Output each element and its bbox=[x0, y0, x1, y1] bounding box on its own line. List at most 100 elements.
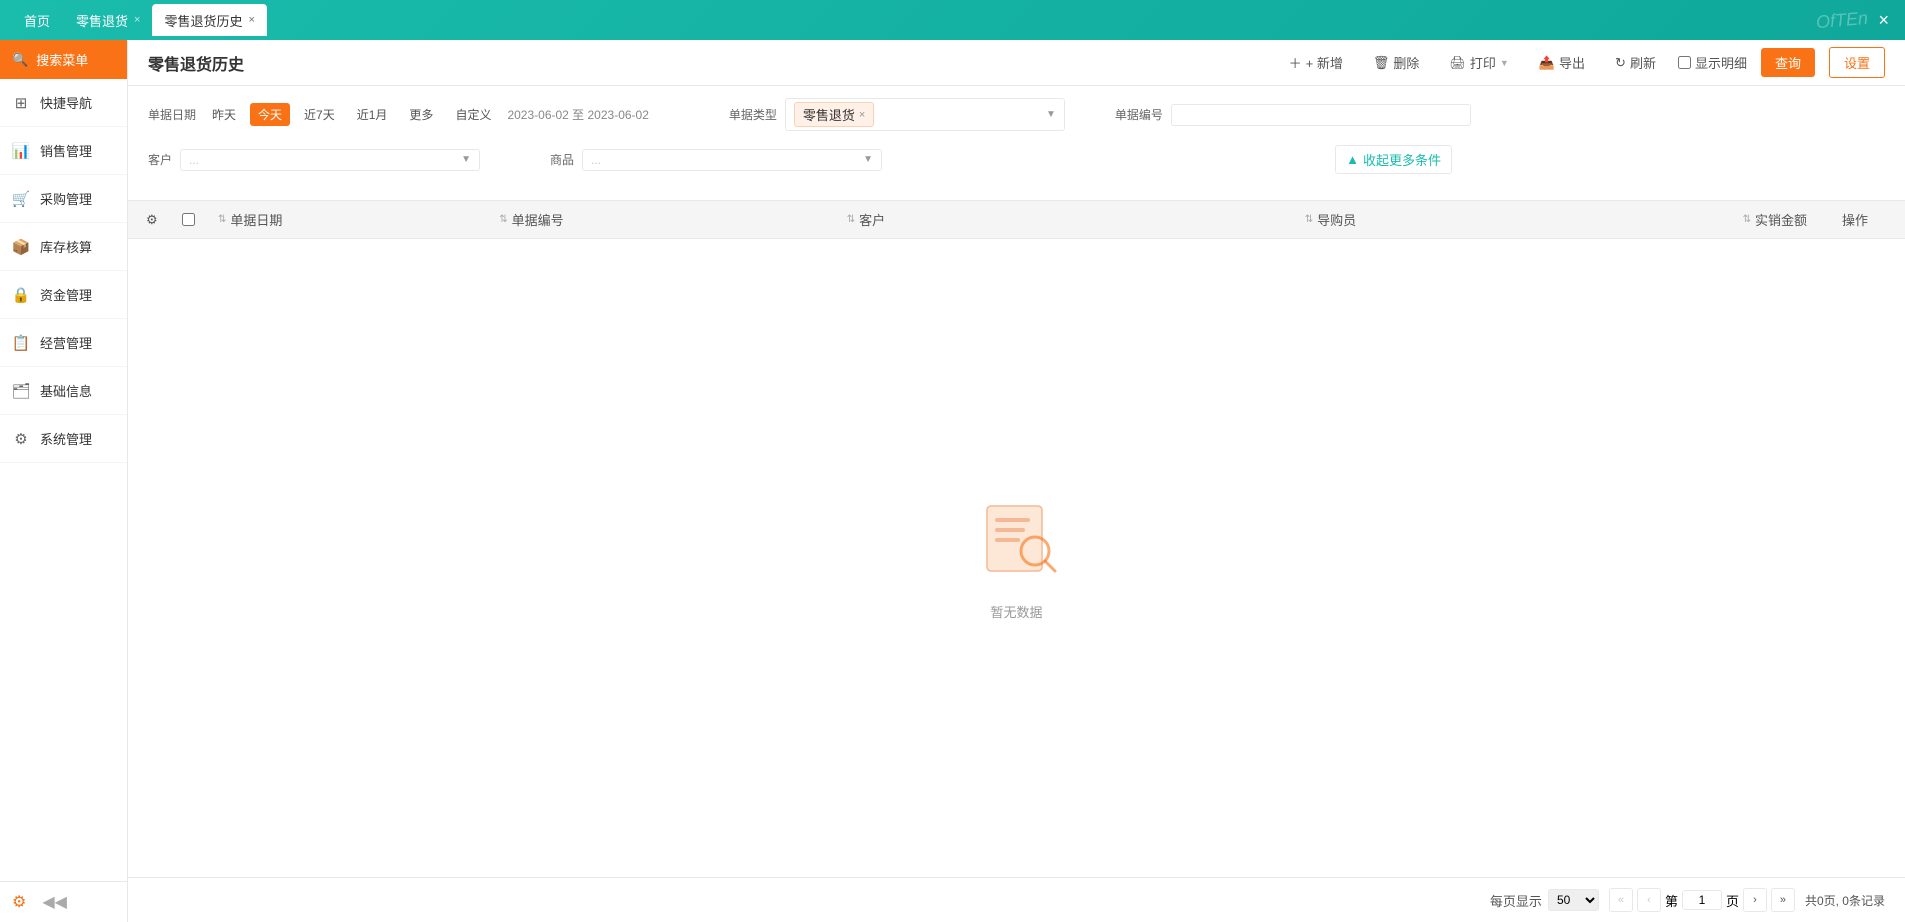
table-settings-icon[interactable]: ⚙ bbox=[146, 212, 158, 228]
page-prefix: 第 bbox=[1665, 891, 1678, 910]
th-checkbox[interactable] bbox=[174, 213, 210, 226]
th-customer[interactable]: ⇅ 客户 bbox=[839, 210, 1297, 229]
th-customer-label: 客户 bbox=[859, 210, 885, 229]
tab-retail-return[interactable]: 零售退货 × bbox=[64, 4, 152, 36]
sidebar-settings-icon[interactable]: ⚙ bbox=[12, 892, 26, 912]
filter-area: 单据日期 昨天 今天 近7天 近1月 更多 自定义 2023-06-02 至 2… bbox=[128, 86, 1905, 201]
th-bill-no[interactable]: ⇅ 单据编号 bbox=[491, 210, 839, 229]
watermark-text: OfTEn bbox=[1816, 7, 1870, 32]
per-page-select[interactable]: 10 20 50 100 bbox=[1548, 889, 1599, 911]
first-page-button[interactable]: « bbox=[1609, 888, 1633, 912]
date-btn-today[interactable]: 今天 bbox=[250, 103, 290, 126]
tab-home[interactable]: 首页 bbox=[10, 4, 64, 36]
new-label: + 新增 bbox=[1306, 53, 1343, 72]
tab-retail-return-history-close[interactable]: × bbox=[248, 14, 254, 26]
sidebar-item-label-purchase-mgmt: 采购管理 bbox=[40, 189, 92, 208]
customer-select[interactable]: ... ▼ bbox=[180, 149, 480, 171]
refresh-label: 刷新 bbox=[1630, 53, 1656, 72]
sidebar-item-label-finance: 资金管理 bbox=[40, 285, 92, 304]
sidebar-item-basic-info[interactable]: 🗂 基础信息 bbox=[0, 367, 127, 415]
prev-page-button[interactable]: ‹ bbox=[1637, 888, 1661, 912]
sidebar-item-business[interactable]: 📋 经营管理 bbox=[0, 319, 127, 367]
window-close-icon[interactable]: × bbox=[1878, 10, 1889, 31]
select-all-checkbox[interactable] bbox=[182, 213, 195, 226]
bill-type-filter: 单据类型 零售退货 × ▼ bbox=[729, 98, 1065, 131]
bill-type-tag-remove[interactable]: × bbox=[859, 109, 865, 121]
export-button[interactable]: 📤 导出 bbox=[1531, 49, 1593, 76]
th-date[interactable]: ⇅ 单据日期 bbox=[210, 210, 491, 229]
bill-type-select[interactable]: 零售退货 × ▼ bbox=[785, 98, 1065, 131]
date-filter-options: 昨天 今天 近7天 近1月 更多 自定义 bbox=[204, 103, 499, 126]
sidebar-item-label-sales-mgmt: 销售管理 bbox=[40, 141, 92, 160]
display-detail-checkbox[interactable] bbox=[1678, 56, 1691, 69]
sidebar-item-sys-mgmt[interactable]: ⚙ 系统管理 bbox=[0, 415, 127, 463]
sidebar-item-label-inventory: 库存核算 bbox=[40, 237, 92, 256]
tab-retail-return-close[interactable]: × bbox=[134, 14, 140, 26]
page-input[interactable] bbox=[1682, 890, 1722, 910]
sort-amount-icon: ⇅ bbox=[1743, 214, 1751, 225]
sidebar-collapse-icon[interactable]: ◀◀ bbox=[42, 892, 67, 912]
last-page-button[interactable]: » bbox=[1771, 888, 1795, 912]
display-detail-label: 显示明细 bbox=[1695, 53, 1747, 72]
search-icon: 🔍 bbox=[12, 52, 28, 68]
date-btn-custom[interactable]: 自定义 bbox=[447, 103, 499, 126]
sidebar-item-inventory[interactable]: 📦 库存核算 bbox=[0, 223, 127, 271]
page-nav: « ‹ 第 页 › » bbox=[1609, 888, 1795, 912]
goods-select[interactable]: ... ▼ bbox=[582, 149, 882, 171]
top-bar-right: OfTEn × bbox=[1816, 10, 1905, 31]
display-detail-checkbox-wrapper[interactable]: 显示明细 bbox=[1678, 53, 1747, 72]
sidebar-item-quick-nav[interactable]: ⊞ 快捷导航 bbox=[0, 79, 127, 127]
quick-nav-icon: ⊞ bbox=[12, 94, 30, 112]
refresh-icon: ↻ bbox=[1615, 55, 1626, 71]
th-settings[interactable]: ⚙ bbox=[138, 212, 174, 228]
goods-dropdown-arrow: ▼ bbox=[863, 154, 873, 165]
th-bill-no-label: 单据编号 bbox=[512, 210, 564, 229]
date-btn-yesterday[interactable]: 昨天 bbox=[204, 103, 244, 126]
bill-no-input[interactable] bbox=[1171, 104, 1471, 126]
business-icon: 📋 bbox=[12, 334, 30, 352]
print-button[interactable]: 🖨 打印 ▼ bbox=[1441, 49, 1516, 76]
basic-info-icon: 🗂 bbox=[12, 382, 30, 400]
page-title: 零售退货历史 bbox=[148, 51, 1281, 75]
next-page-button[interactable]: › bbox=[1743, 888, 1767, 912]
sidebar-item-label-sys-mgmt: 系统管理 bbox=[40, 429, 92, 448]
empty-icon bbox=[967, 496, 1067, 586]
collapse-button[interactable]: ▲ 收起更多条件 bbox=[1335, 145, 1452, 174]
filter-row-1: 单据日期 昨天 今天 近7天 近1月 更多 自定义 2023-06-02 至 2… bbox=[148, 98, 1885, 131]
sys-mgmt-icon: ⚙ bbox=[12, 430, 30, 448]
date-btn-7days[interactable]: 近7天 bbox=[296, 103, 343, 126]
th-action: 操作 bbox=[1815, 210, 1895, 229]
sidebar-item-sales-mgmt[interactable]: 📊 销售管理 bbox=[0, 127, 127, 175]
table-container: ⚙ ⇅ 单据日期 ⇅ 单据编号 ⇅ 客户 ⇅ bbox=[128, 201, 1905, 922]
delete-label: 删除 bbox=[1393, 53, 1419, 72]
bill-no-filter: 单据编号 bbox=[1115, 104, 1471, 126]
empty-text: 暂无数据 bbox=[990, 602, 1042, 621]
th-guide-label: 导购员 bbox=[1317, 210, 1356, 229]
date-btn-1month[interactable]: 近1月 bbox=[349, 103, 396, 126]
customer-label: 客户 bbox=[148, 151, 172, 168]
toolbar: ＋ + 新增 🗑 删除 🖨 打印 ▼ 📤 导出 ↻ bbox=[1281, 47, 1885, 78]
date-btn-more[interactable]: 更多 bbox=[401, 103, 441, 126]
settings-filter-button[interactable]: 设置 bbox=[1829, 47, 1885, 78]
sidebar-search[interactable]: 🔍 搜索菜单 bbox=[0, 40, 127, 79]
th-guide[interactable]: ⇅ 导购员 bbox=[1297, 210, 1578, 229]
th-date-label: 单据日期 bbox=[230, 210, 282, 229]
refresh-button[interactable]: ↻ 刷新 bbox=[1607, 49, 1664, 76]
new-button[interactable]: ＋ + 新增 bbox=[1281, 49, 1351, 76]
sidebar-item-finance[interactable]: 🔒 资金管理 bbox=[0, 271, 127, 319]
sidebar-item-purchase-mgmt[interactable]: 🛒 采购管理 bbox=[0, 175, 127, 223]
goods-placeholder: ... bbox=[591, 153, 601, 167]
date-filter: 单据日期 昨天 今天 近7天 近1月 更多 自定义 2023-06-02 至 2… bbox=[148, 103, 649, 126]
main-layout: 🔍 搜索菜单 ⊞ 快捷导航 📊 销售管理 🛒 采购管理 📦 库存核算 🔒 资金管… bbox=[0, 40, 1905, 922]
tab-retail-return-history[interactable]: 零售退货历史 × bbox=[152, 4, 266, 36]
finance-icon: 🔒 bbox=[12, 286, 30, 304]
page-info: 共0页, 0条记录 bbox=[1805, 892, 1885, 909]
bill-type-label: 单据类型 bbox=[729, 106, 777, 123]
print-dropdown-icon: ▼ bbox=[1500, 58, 1509, 68]
delete-button[interactable]: 🗑 删除 bbox=[1365, 49, 1428, 76]
query-button[interactable]: 查询 bbox=[1761, 48, 1815, 77]
bill-type-tag-text: 零售退货 bbox=[803, 105, 855, 124]
th-amount[interactable]: ⇅ 实销金额 bbox=[1578, 210, 1815, 229]
sidebar-bottom: ⚙ ◀◀ bbox=[0, 881, 127, 922]
pagination: 每页显示 10 20 50 100 « ‹ 第 页 › » bbox=[128, 877, 1905, 922]
